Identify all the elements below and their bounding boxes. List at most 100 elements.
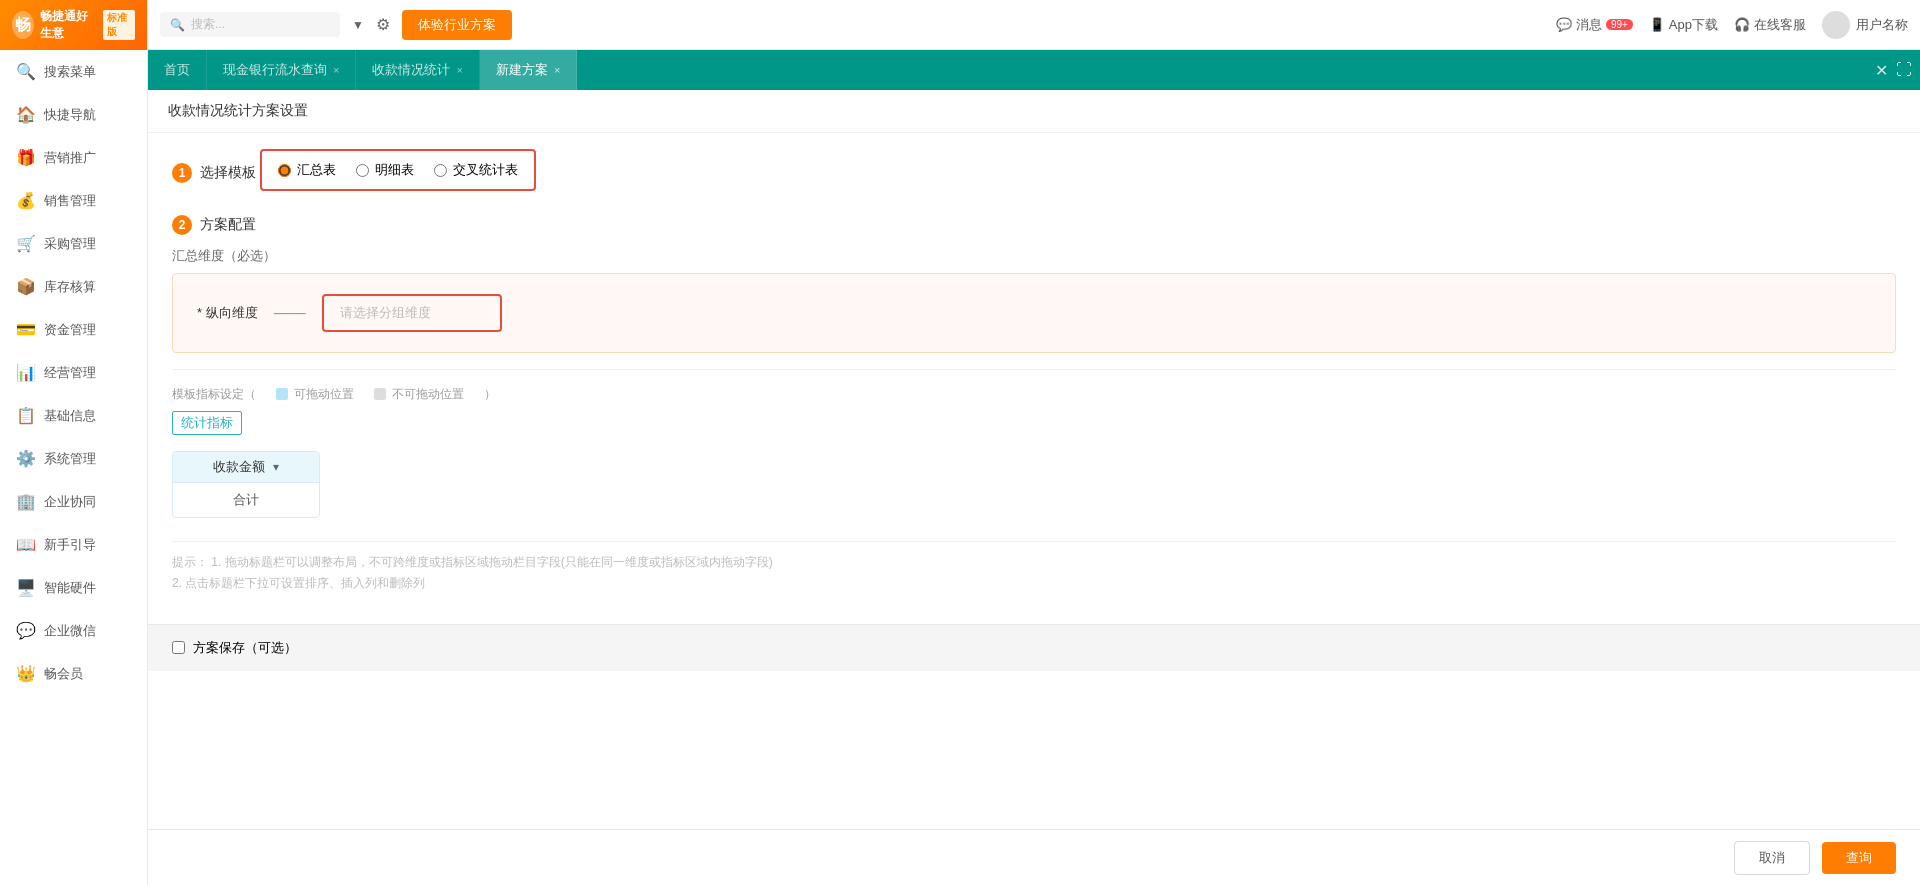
sidebar-item-label-basic: 基础信息	[44, 407, 96, 425]
cancel-button[interactable]: 取消	[1734, 841, 1810, 875]
main-section: 1 选择模板 汇总表 明细表	[148, 133, 1920, 624]
app-name: 畅捷通好生意	[40, 8, 97, 42]
search-placeholder: 搜索...	[191, 16, 225, 33]
draggable-legend-dot	[276, 388, 288, 400]
service-area[interactable]: 🎧 在线客服	[1734, 16, 1806, 34]
sidebar-item-operation[interactable]: 📊 经营管理	[0, 351, 147, 394]
indicator-table: 收款金额 ▾ 合计	[172, 451, 320, 518]
tab-label-receipt: 收款情况统计	[372, 61, 450, 79]
sidebar-item-label-system: 系统管理	[44, 450, 96, 468]
sidebar-item-label-finance: 资金管理	[44, 321, 96, 339]
tab-label-home: 首页	[164, 61, 190, 79]
sidebar-item-corp[interactable]: 🏢 企业协同	[0, 480, 147, 523]
radio-cross-input[interactable]	[434, 164, 447, 177]
content-area: 收款情况统计方案设置 1 选择模板 汇总表	[148, 90, 1920, 829]
step1-section: 1 选择模板 汇总表 明细表	[172, 149, 1896, 195]
indicator-header: 模板指标设定（ 可拖动位置 不可拖动位置 ）	[172, 386, 1896, 403]
legend-fixed: 不可拖动位置	[374, 386, 464, 403]
step1-num: 1	[172, 163, 192, 183]
tab-home[interactable]: 首页	[148, 50, 207, 90]
user-area[interactable]: 用户名称	[1822, 11, 1908, 39]
notification-icon: 💬	[1556, 17, 1572, 32]
purchase-icon: 🛒	[16, 234, 36, 253]
tab-receipt[interactable]: 收款情况统计 ×	[356, 50, 479, 90]
search-icon: 🔍	[170, 18, 185, 32]
tab-close-receipt[interactable]: ×	[456, 64, 462, 76]
sidebar-item-label-marketing: 营销推广	[44, 149, 96, 167]
sidebar-item-label-purchase: 采购管理	[44, 235, 96, 253]
radio-summary-input[interactable]	[278, 164, 291, 177]
indicator-dropdown-icon[interactable]: ▾	[273, 460, 279, 474]
sidebar-item-guide[interactable]: 📖 新手引导	[0, 523, 147, 566]
service-icon: 🎧	[1734, 17, 1750, 32]
app-edition: 标准版	[103, 10, 135, 40]
sidebar-item-wechat[interactable]: 💬 企业微信	[0, 609, 147, 652]
finance-icon: 💳	[16, 320, 36, 339]
tab-close-new[interactable]: ×	[554, 64, 560, 76]
notification-badge: 99+	[1606, 19, 1633, 30]
dim-select-box[interactable]: 请选择分组维度	[322, 294, 502, 332]
legend-draggable: 可拖动位置	[276, 386, 354, 403]
sidebar: 畅 畅捷通好生意 标准版 🔍 搜索菜单 🏠 快捷导航 🎁 营销推广 💰 销售管理…	[0, 0, 148, 885]
guide-icon: 📖	[16, 535, 36, 554]
close-window-btn[interactable]: ✕	[1875, 61, 1888, 80]
sidebar-item-nav[interactable]: 🏠 快捷导航	[0, 93, 147, 136]
username: 用户名称	[1856, 16, 1908, 34]
tabbar-actions: ✕ ⛶	[1875, 61, 1920, 80]
radio-detail[interactable]: 明细表	[356, 161, 414, 179]
corp-icon: 🏢	[16, 492, 36, 511]
sidebar-item-label-corp: 企业协同	[44, 493, 96, 511]
search-icon: 🔍	[16, 62, 36, 81]
notification-label: 消息	[1576, 16, 1602, 34]
tab-bank[interactable]: 现金银行流水查询×	[207, 50, 356, 90]
sidebar-item-hardware[interactable]: 🖥️ 智能硬件	[0, 566, 147, 609]
tabbar: 首页现金银行流水查询×收款情况统计×新建方案× ✕ ⛶	[148, 50, 1920, 90]
page-title: 收款情况统计方案设置	[148, 90, 1920, 133]
sidebar-item-marketing[interactable]: 🎁 营销推广	[0, 136, 147, 179]
indicator-col-cell: 合计	[173, 483, 319, 517]
marketing-icon: 🎁	[16, 148, 36, 167]
step2-num: 2	[172, 215, 192, 235]
topbar-right: 💬 消息 99+ 📱 App下载 🎧 在线客服 用户名称	[1556, 11, 1908, 39]
download-area[interactable]: 📱 App下载	[1649, 16, 1718, 34]
sidebar-item-search[interactable]: 🔍 搜索菜单	[0, 50, 147, 93]
sales-icon: 💰	[16, 191, 36, 210]
indicator-col-header[interactable]: 收款金额 ▾	[173, 452, 319, 483]
sidebar-item-system[interactable]: ⚙️ 系统管理	[0, 437, 147, 480]
notification-area[interactable]: 💬 消息 99+	[1556, 16, 1633, 34]
tab-new[interactable]: 新建方案×	[480, 50, 577, 90]
industry-btn[interactable]: 体验行业方案	[402, 10, 512, 40]
indicator-header-close: ）	[484, 386, 496, 403]
main-area: 🔍 搜索... ▼ ⚙ 体验行业方案 💬 消息 99+ 📱 App下载 🎧 在线…	[148, 0, 1920, 885]
member-icon: 👑	[16, 664, 36, 683]
sidebar-item-inventory[interactable]: 📦 库存核算	[0, 265, 147, 308]
dim-placeholder: 请选择分组维度	[340, 305, 431, 320]
query-button[interactable]: 查询	[1822, 842, 1896, 874]
save-checkbox[interactable]	[172, 641, 185, 654]
operation-icon: 📊	[16, 363, 36, 382]
sidebar-item-label-operation: 经营管理	[44, 364, 96, 382]
step1-label: 1 选择模板	[172, 163, 256, 183]
sidebar-item-purchase[interactable]: 🛒 采购管理	[0, 222, 147, 265]
radio-summary[interactable]: 汇总表	[278, 161, 336, 179]
legend-fixed-label: 不可拖动位置	[392, 386, 464, 403]
search-dropdown-icon[interactable]: ▼	[352, 18, 364, 32]
radio-detail-input[interactable]	[356, 164, 369, 177]
sidebar-item-member[interactable]: 👑 畅会员	[0, 652, 147, 695]
sidebar-item-sales[interactable]: 💰 销售管理	[0, 179, 147, 222]
download-icon: 📱	[1649, 17, 1665, 32]
sidebar-item-label-inventory: 库存核算	[44, 278, 96, 296]
sidebar-item-label-wechat: 企业微信	[44, 622, 96, 640]
topbar-search[interactable]: 🔍 搜索...	[160, 12, 340, 37]
sidebar-item-label-guide: 新手引导	[44, 536, 96, 554]
settings-icon[interactable]: ⚙	[376, 15, 390, 34]
legend-draggable-label: 可拖动位置	[294, 386, 354, 403]
indicator-section-title: 模板指标设定（	[172, 386, 256, 403]
sidebar-item-basic[interactable]: 📋 基础信息	[0, 394, 147, 437]
indicator-section: 模板指标设定（ 可拖动位置 不可拖动位置 ）	[172, 369, 1896, 608]
step2-label: 2 方案配置	[172, 215, 256, 235]
tab-close-bank[interactable]: ×	[333, 64, 339, 76]
sidebar-item-finance[interactable]: 💳 资金管理	[0, 308, 147, 351]
radio-cross[interactable]: 交叉统计表	[434, 161, 518, 179]
maximize-btn[interactable]: ⛶	[1896, 61, 1912, 79]
